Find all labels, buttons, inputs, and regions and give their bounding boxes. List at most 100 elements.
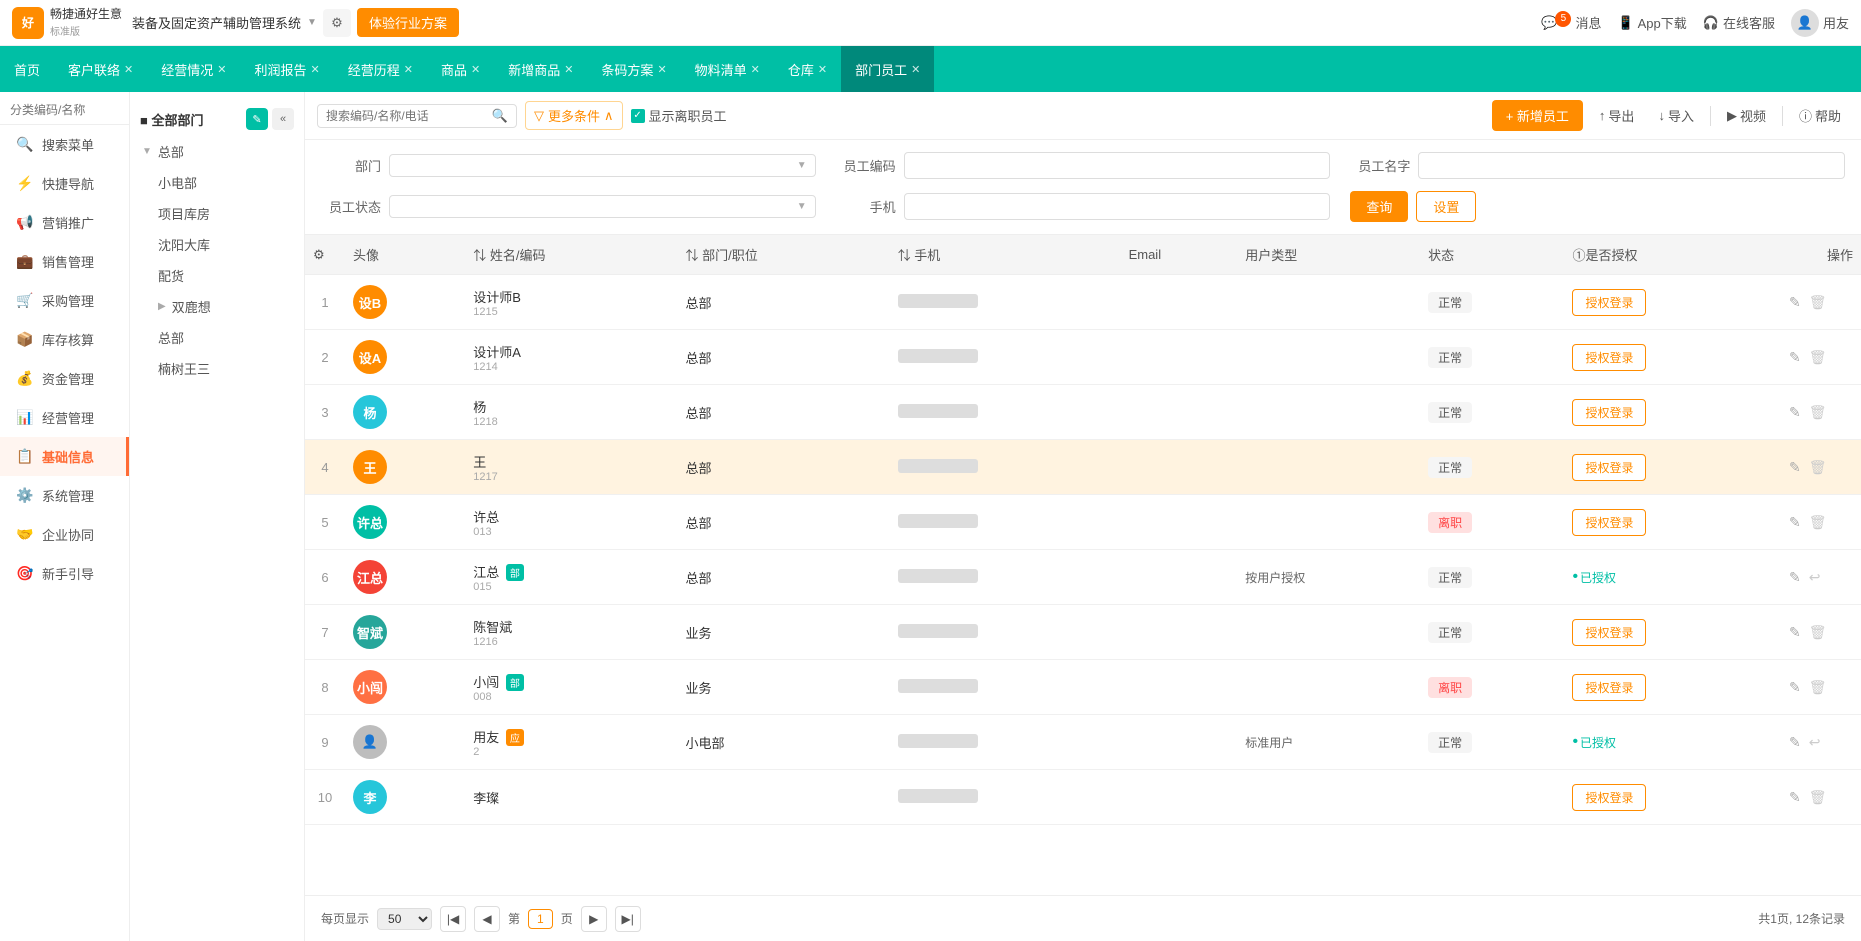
col-settings[interactable]: ⚙ — [305, 235, 345, 275]
sidebar-item-guide[interactable]: 🎯 新手引导 — [0, 554, 129, 593]
edit-icon[interactable]: ✎ — [1789, 679, 1801, 696]
nav-close-profit[interactable]: ✕ — [311, 63, 320, 76]
dept-node-peihuo[interactable]: 配货 — [130, 260, 304, 291]
edit-icon[interactable]: ✎ — [1789, 349, 1801, 366]
nav-item-history[interactable]: 经营历程 ✕ — [334, 46, 427, 92]
nav-close-history[interactable]: ✕ — [404, 63, 413, 76]
sidebar-item-sales[interactable]: 💼 销售管理 — [0, 242, 129, 281]
edit-icon[interactable]: ✎ — [1789, 789, 1801, 806]
dept-collapse-button[interactable]: « — [272, 108, 294, 130]
nav-close-customer[interactable]: ✕ — [124, 63, 133, 76]
dept-node-shuanglu[interactable]: ▶ 双鹿想 — [130, 291, 304, 322]
nav-close-barcode[interactable]: ✕ — [657, 63, 666, 76]
dept-edit-button[interactable]: ✎ — [246, 108, 268, 130]
filter-name-input[interactable] — [1418, 152, 1845, 179]
auth-button[interactable]: 授权登录 — [1572, 674, 1646, 701]
sidebar-item-quick-nav[interactable]: ⚡ 快捷导航 — [0, 164, 129, 203]
sidebar-item-inventory[interactable]: 📦 库存核算 — [0, 320, 129, 359]
delete-icon[interactable]: ↩ — [1809, 569, 1821, 586]
edit-icon[interactable]: ✎ — [1789, 624, 1801, 641]
nav-close-new-goods[interactable]: ✕ — [564, 63, 573, 76]
nav-item-customer[interactable]: 客户联络 ✕ — [54, 46, 147, 92]
online-service-button[interactable]: 🎧 在线客服 — [1703, 13, 1775, 32]
nav-close-operation[interactable]: ✕ — [217, 63, 226, 76]
first-page-button[interactable]: |◀ — [440, 906, 466, 932]
nav-item-profit[interactable]: 利润报告 ✕ — [240, 46, 333, 92]
delete-icon[interactable]: 🗑 — [1809, 349, 1827, 366]
nav-item-dept-staff[interactable]: 部门员工 ✕ — [841, 46, 934, 92]
col-name[interactable]: ⇅ 姓名/编码 — [465, 235, 677, 275]
query-button[interactable]: 查询 — [1350, 191, 1408, 222]
sidebar-item-basic-info[interactable]: 📋 基础信息 — [0, 437, 129, 476]
col-phone[interactable]: ⇅ 手机 — [890, 235, 1121, 275]
sidebar-item-finance[interactable]: 💰 资金管理 — [0, 359, 129, 398]
delete-icon[interactable]: ↩ — [1809, 734, 1821, 751]
next-page-button[interactable]: ▶ — [581, 906, 607, 932]
sidebar-item-collab[interactable]: 🤝 企业协同 — [0, 515, 129, 554]
sidebar-search-input[interactable] — [10, 103, 130, 117]
delete-icon[interactable]: 🗑 — [1809, 294, 1827, 311]
page-size-select[interactable]: 50 100 — [377, 908, 432, 930]
trial-button[interactable]: 体验行业方案 — [357, 8, 459, 37]
delete-icon[interactable]: 🗑 — [1809, 624, 1827, 641]
filter-status-select[interactable]: ▼ — [389, 195, 816, 218]
search-input[interactable] — [326, 109, 488, 123]
dept-node-zongbu-parent[interactable]: ▼ 总部 — [130, 136, 304, 167]
video-button[interactable]: ▶ 视频 — [1719, 102, 1774, 129]
dept-node-xiaodian[interactable]: 小电部 — [130, 167, 304, 198]
filter-phone-input[interactable] — [904, 193, 1331, 220]
filter-code-input[interactable] — [904, 152, 1331, 179]
delete-icon[interactable]: 🗑 — [1809, 459, 1827, 476]
more-filter-button[interactable]: ▽ 更多条件 ∧ — [525, 101, 623, 130]
prev-page-button[interactable]: ◀ — [474, 906, 500, 932]
auth-button[interactable]: 授权登录 — [1572, 344, 1646, 371]
nav-close-dept-staff[interactable]: ✕ — [911, 63, 920, 76]
nav-item-goods[interactable]: 商品 ✕ — [427, 46, 494, 92]
delete-icon[interactable]: 🗑 — [1809, 679, 1827, 696]
auth-button[interactable]: 授权登录 — [1572, 454, 1646, 481]
help-button[interactable]: ⓘ 帮助 — [1791, 102, 1849, 129]
edit-icon[interactable]: ✎ — [1789, 569, 1801, 586]
message-button[interactable]: 💬 5 消息 — [1541, 13, 1601, 32]
auth-button[interactable]: 授权登录 — [1572, 399, 1646, 426]
sidebar-item-marketing[interactable]: 📢 营销推广 — [0, 203, 129, 242]
nav-close-bom[interactable]: ✕ — [751, 63, 760, 76]
auth-button[interactable]: 授权登录 — [1572, 509, 1646, 536]
set-button[interactable]: 设置 — [1416, 191, 1476, 222]
dept-node-nanshu[interactable]: 楠树王三 — [130, 353, 304, 384]
filter-dept-select[interactable]: ▼ — [389, 154, 816, 177]
delete-icon[interactable]: 🗑 — [1809, 789, 1827, 806]
sidebar-item-system[interactable]: ⚙️ 系统管理 — [0, 476, 129, 515]
system-title-dropdown-icon[interactable]: ▼ — [307, 17, 317, 28]
delete-icon[interactable]: 🗑 — [1809, 514, 1827, 531]
sidebar-item-search[interactable]: 🔍 搜索菜单 — [0, 125, 129, 164]
nav-item-home[interactable]: 首页 — [0, 46, 54, 92]
auth-button[interactable]: 授权登录 — [1572, 619, 1646, 646]
auth-button[interactable]: 授权登录 — [1572, 289, 1646, 316]
nav-close-warehouse[interactable]: ✕ — [818, 63, 827, 76]
edit-icon[interactable]: ✎ — [1789, 734, 1801, 751]
import-button[interactable]: ↓ 导入 — [1650, 102, 1702, 129]
edit-icon[interactable]: ✎ — [1789, 294, 1801, 311]
sidebar-item-purchase[interactable]: 🛒 采购管理 — [0, 281, 129, 320]
nav-item-bom[interactable]: 物料清单 ✕ — [681, 46, 774, 92]
dept-node-project[interactable]: 项目库房 — [130, 198, 304, 229]
app-download-button[interactable]: 📱 App下载 — [1617, 13, 1686, 32]
auth-button[interactable]: 授权登录 — [1572, 784, 1646, 811]
dept-node-zongbu-child[interactable]: 总部 — [130, 322, 304, 353]
nav-item-warehouse[interactable]: 仓库 ✕ — [774, 46, 841, 92]
user-avatar[interactable]: 👤 用友 — [1791, 9, 1849, 37]
edit-icon[interactable]: ✎ — [1789, 404, 1801, 421]
nav-item-operation[interactable]: 经营情况 ✕ — [147, 46, 240, 92]
nav-close-goods[interactable]: ✕ — [471, 63, 480, 76]
show-inactive-checkbox[interactable]: ✓ 显示离职员工 — [631, 106, 727, 125]
nav-item-new-goods[interactable]: 新增商品 ✕ — [494, 46, 587, 92]
last-page-button[interactable]: ▶| — [615, 906, 641, 932]
add-employee-button[interactable]: + 新增员工 — [1492, 100, 1583, 131]
edit-icon[interactable]: ✎ — [1789, 459, 1801, 476]
dept-node-shenyang[interactable]: 沈阳大库 — [130, 229, 304, 260]
col-dept[interactable]: ⇅ 部门/职位 — [677, 235, 889, 275]
edit-icon[interactable]: ✎ — [1789, 514, 1801, 531]
export-button[interactable]: ↑ 导出 — [1591, 102, 1643, 129]
nav-item-barcode[interactable]: 条码方案 ✕ — [587, 46, 680, 92]
